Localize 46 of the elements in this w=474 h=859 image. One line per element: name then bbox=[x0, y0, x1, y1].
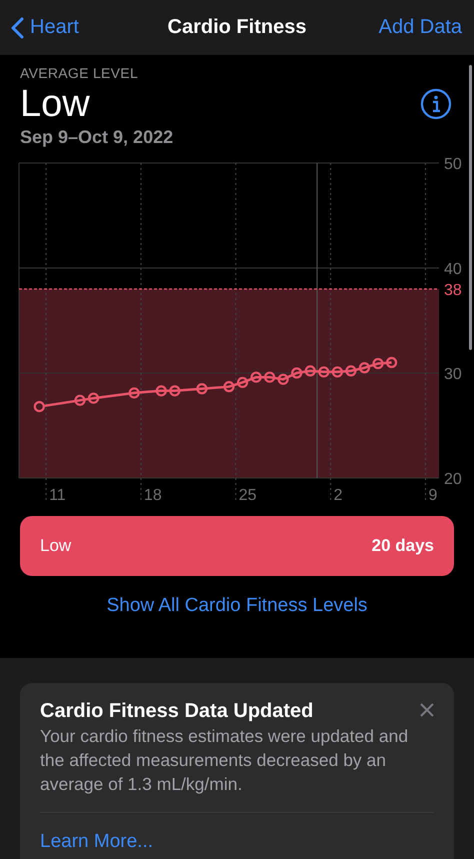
point bbox=[332, 366, 343, 378]
axis-label: 40 bbox=[444, 261, 462, 278]
close-button[interactable] bbox=[420, 703, 434, 717]
point bbox=[34, 401, 45, 412]
learn-more-link[interactable]: Learn More... bbox=[40, 831, 153, 853]
point bbox=[318, 366, 330, 378]
date-range: Sep 9–Oct 9, 2022 bbox=[20, 127, 174, 148]
point bbox=[386, 356, 398, 368]
point bbox=[278, 374, 289, 385]
point bbox=[223, 381, 235, 392]
threshold-label: 38 bbox=[444, 282, 462, 299]
axis-label: 20 bbox=[444, 471, 462, 488]
level-value: Low bbox=[20, 82, 90, 127]
show-all-link[interactable]: Show All Cardio Fitness Levels bbox=[100, 594, 374, 618]
point bbox=[128, 387, 140, 399]
level-label: Low bbox=[40, 536, 72, 556]
point bbox=[169, 385, 180, 396]
point bbox=[358, 362, 370, 374]
add-data-button[interactable]: Add Data bbox=[378, 16, 462, 39]
axis-label: 50 bbox=[444, 156, 462, 173]
point bbox=[372, 358, 384, 370]
section-label: AVERAGE LEVEL bbox=[20, 65, 140, 81]
axis-label: 2 bbox=[334, 487, 343, 504]
days-count: 20 days bbox=[372, 536, 434, 556]
point bbox=[304, 365, 316, 376]
point bbox=[156, 385, 167, 396]
notice-text: Your cardio fitness estimates were updated and the affected measurements decreased by an average of 1.3 mL/kg/min. bbox=[40, 725, 410, 796]
point bbox=[264, 372, 276, 383]
info-button[interactable] bbox=[420, 88, 452, 120]
axis-label: 25 bbox=[238, 487, 257, 504]
point bbox=[345, 365, 357, 376]
point bbox=[74, 394, 86, 406]
axis-label: 9 bbox=[428, 487, 438, 504]
point bbox=[196, 383, 208, 394]
chevron-left-icon bbox=[10, 16, 24, 38]
point bbox=[236, 376, 248, 388]
axis-label: 18 bbox=[144, 487, 162, 504]
level-bar[interactable]: Low 20 days bbox=[20, 516, 454, 576]
point bbox=[88, 392, 100, 404]
back-button[interactable]: Heart bbox=[10, 16, 79, 39]
notice-title: Cardio Fitness Data Updated bbox=[40, 699, 314, 723]
axis-label: 30 bbox=[444, 366, 462, 383]
screen-title: Cardio Fitness bbox=[166, 16, 308, 39]
point bbox=[250, 372, 262, 383]
axis-label: 11 bbox=[49, 487, 66, 504]
point bbox=[291, 367, 302, 379]
